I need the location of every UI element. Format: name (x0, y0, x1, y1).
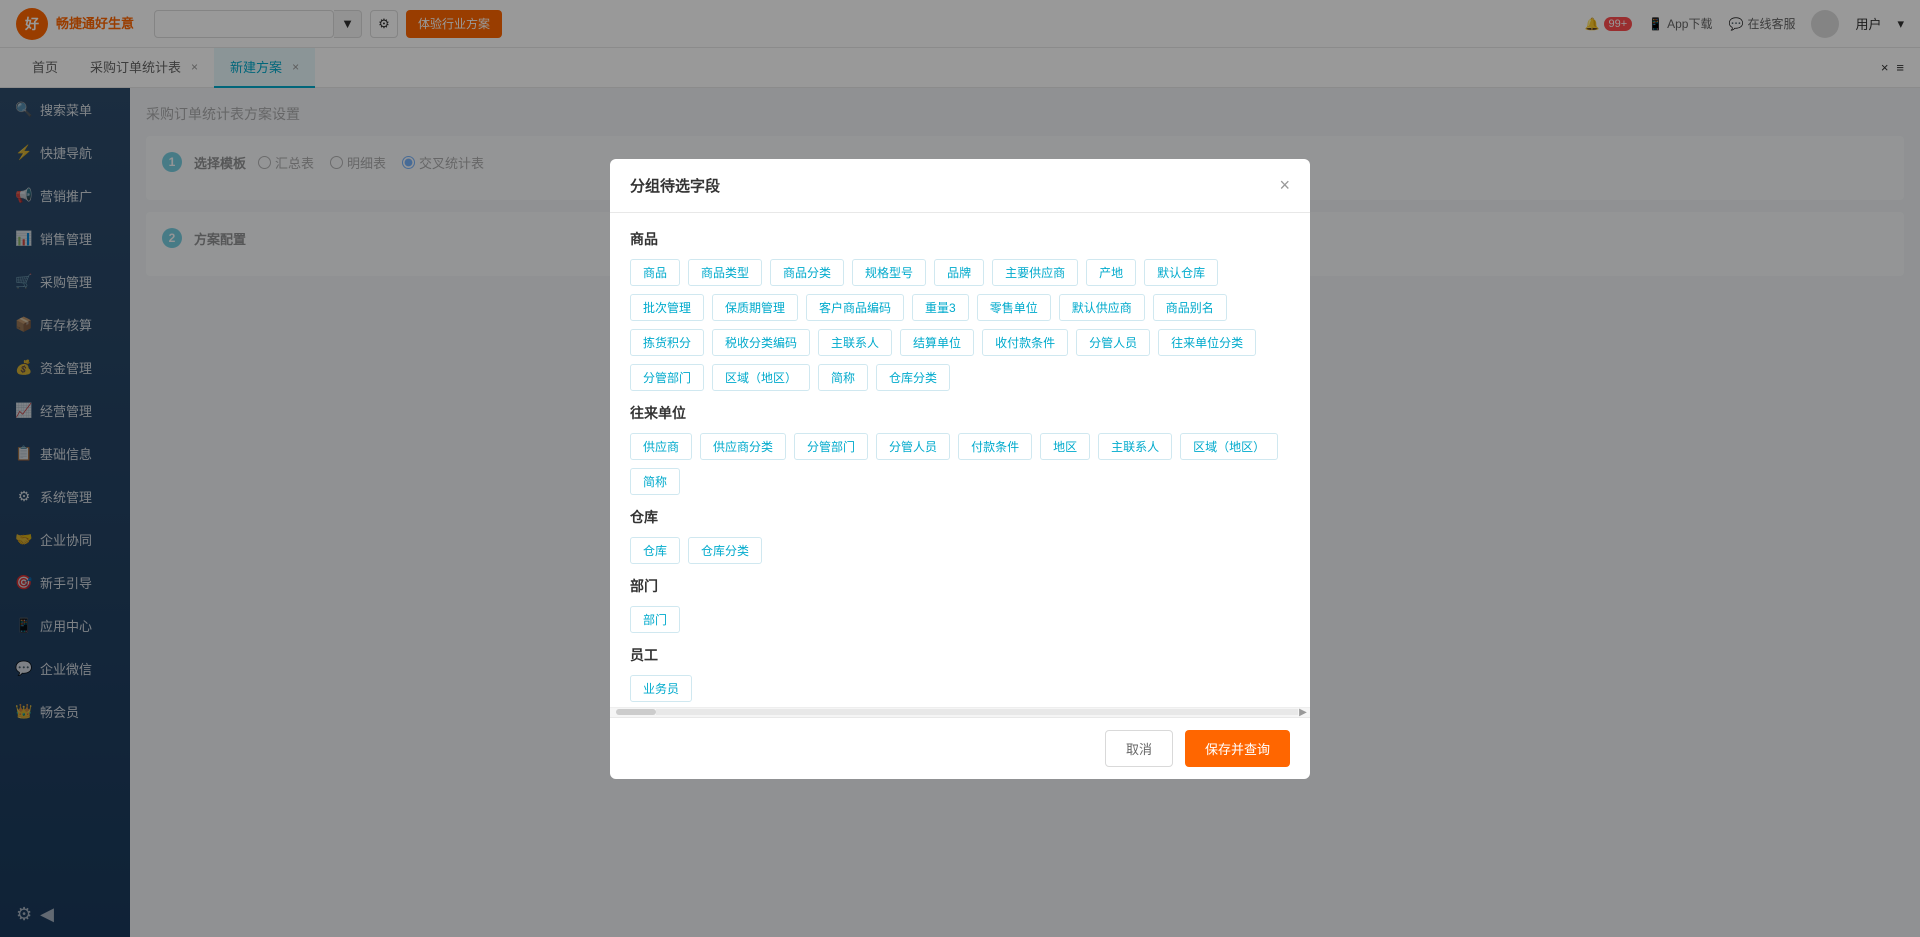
hscrollbar-track (656, 709, 1298, 715)
field-tag-batch-mgmt[interactable]: 批次管理 (630, 294, 704, 321)
product-fields-grid: 商品 商品类型 商品分类 规格型号 品牌 主要供应商 产地 默认仓库 批次管理 … (630, 259, 1290, 391)
field-tag-warehouse-category[interactable]: 仓库分类 (688, 537, 762, 564)
field-tag-product-category[interactable]: 商品分类 (770, 259, 844, 286)
section-title-department: 部门 (630, 576, 1290, 596)
field-tag-region[interactable]: 区域（地区） (712, 364, 810, 391)
field-tag-product-type[interactable]: 商品类型 (688, 259, 762, 286)
field-tag-settlement-unit[interactable]: 结算单位 (900, 329, 974, 356)
field-tag-dept-partner[interactable]: 分管部门 (794, 433, 868, 460)
field-tag-supplier[interactable]: 供应商 (630, 433, 692, 460)
field-tag-tax-code[interactable]: 税收分类编码 (712, 329, 810, 356)
field-tag-shelf-life[interactable]: 保质期管理 (712, 294, 798, 321)
modal-body: 商品 商品 商品类型 商品分类 规格型号 品牌 主要供应商 产地 默认仓库 批次… (610, 213, 1310, 707)
field-tag-warehouse[interactable]: 仓库 (630, 537, 680, 564)
field-tag-payment-terms[interactable]: 收付款条件 (982, 329, 1068, 356)
field-select-modal: 分组待选字段 × 商品 商品 商品类型 商品分类 规格型号 品牌 主要供应商 产… (610, 159, 1310, 779)
modal-title: 分组待选字段 (630, 175, 720, 196)
field-tag-short-name[interactable]: 简称 (818, 364, 868, 391)
field-tag-main-contact[interactable]: 主联系人 (818, 329, 892, 356)
field-tag-brand[interactable]: 品牌 (934, 259, 984, 286)
field-tag-default-warehouse[interactable]: 默认仓库 (1144, 259, 1218, 286)
department-fields-grid: 部门 (630, 606, 1290, 633)
field-tag-retail-unit[interactable]: 零售单位 (977, 294, 1051, 321)
section-title-product: 商品 (630, 229, 1290, 249)
modal-header: 分组待选字段 × (610, 159, 1310, 213)
field-tag-partner-category[interactable]: 往来单位分类 (1158, 329, 1256, 356)
field-tag-main-contact-partner[interactable]: 主联系人 (1098, 433, 1172, 460)
field-tag-main-supplier[interactable]: 主要供应商 (992, 259, 1078, 286)
field-tag-payment-cond[interactable]: 付款条件 (958, 433, 1032, 460)
modal-close-button[interactable]: × (1279, 176, 1290, 194)
field-tag-area[interactable]: 地区 (1040, 433, 1090, 460)
field-tag-origin[interactable]: 产地 (1086, 259, 1136, 286)
field-tag-short-name-partner[interactable]: 简称 (630, 468, 680, 495)
modal-overlay: 分组待选字段 × 商品 商品 商品类型 商品分类 规格型号 品牌 主要供应商 产… (0, 0, 1920, 937)
section-title-employee: 员工 (630, 645, 1290, 665)
hscrollbar-thumb[interactable] (616, 709, 656, 715)
section-title-partner: 往来单位 (630, 403, 1290, 423)
field-tag-warehouse-cat[interactable]: 仓库分类 (876, 364, 950, 391)
field-tag-product[interactable]: 商品 (630, 259, 680, 286)
employee-fields-grid: 业务员 (630, 675, 1290, 702)
field-tag-dept-mgmt[interactable]: 分管部门 (630, 364, 704, 391)
field-tag-customer-code[interactable]: 客户商品编码 (806, 294, 904, 321)
field-tag-salesperson[interactable]: 业务员 (630, 675, 692, 702)
field-tag-supplier-cat[interactable]: 供应商分类 (700, 433, 786, 460)
field-tag-default-supplier[interactable]: 默认供应商 (1059, 294, 1145, 321)
partner-fields-grid: 供应商 供应商分类 分管部门 分管人员 付款条件 地区 主联系人 区域（地区） … (630, 433, 1290, 495)
field-tag-weight[interactable]: 重量3 (912, 294, 969, 321)
warehouse-fields-grid: 仓库 仓库分类 (630, 537, 1290, 564)
save-query-button[interactable]: 保存并查询 (1185, 730, 1290, 767)
field-tag-supervisor[interactable]: 分管人员 (1076, 329, 1150, 356)
field-tag-spec-model[interactable]: 规格型号 (852, 259, 926, 286)
cancel-button[interactable]: 取消 (1105, 730, 1173, 767)
field-tag-supervisor-partner[interactable]: 分管人员 (876, 433, 950, 460)
section-title-warehouse: 仓库 (630, 507, 1290, 527)
field-tag-region-partner[interactable]: 区域（地区） (1180, 433, 1278, 460)
field-tag-product-alias[interactable]: 商品别名 (1153, 294, 1227, 321)
field-tag-department[interactable]: 部门 (630, 606, 680, 633)
field-tag-pick-points[interactable]: 拣货积分 (630, 329, 704, 356)
modal-footer: 取消 保存并查询 (610, 717, 1310, 779)
